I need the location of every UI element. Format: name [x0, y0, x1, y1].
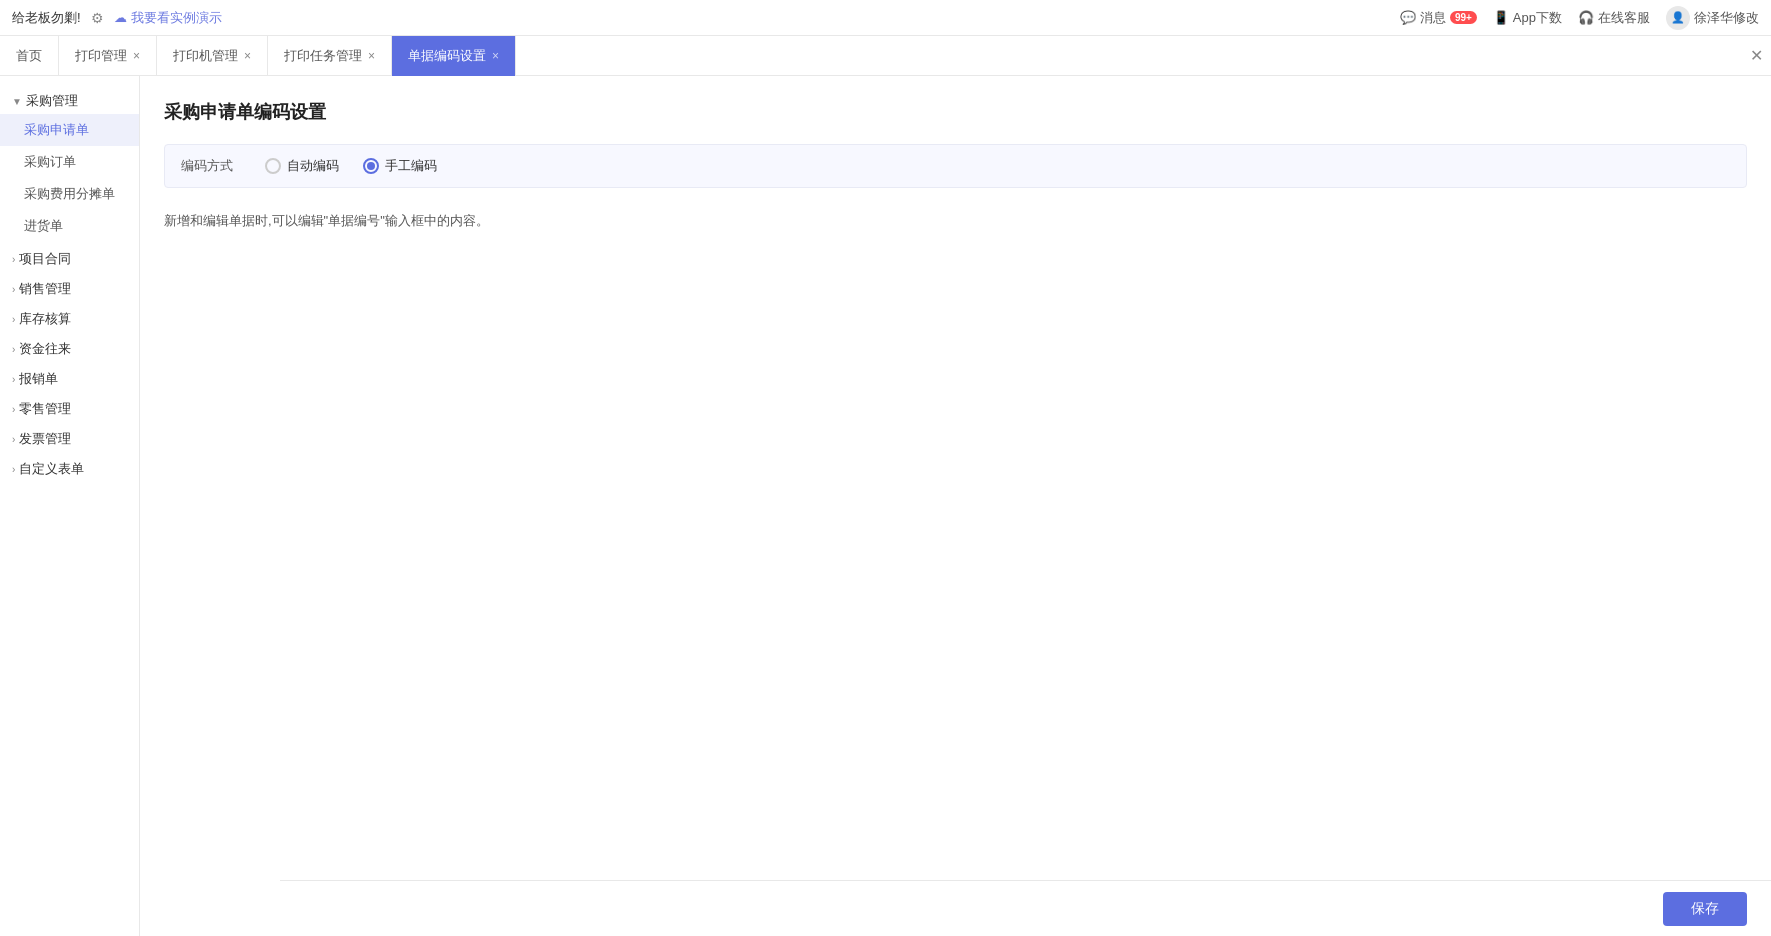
hint-text: 新增和编辑单据时,可以编辑"单据编号"输入框中的内容。	[164, 212, 1747, 230]
coding-section: 编码方式 自动编码 手工编码	[164, 144, 1747, 188]
sidebar-item-purchase-request[interactable]: 采购申请单	[0, 114, 139, 146]
collapse-icon: ▼	[12, 96, 22, 107]
expand-icon-3: ›	[12, 314, 15, 325]
content-area: 采购申请单编码设置 编码方式 自动编码 手工编码	[140, 76, 1771, 936]
main-layout: ▼ 采购管理 采购申请单 采购订单 采购费用分摊单 进货单 › 项目合同 › 销…	[0, 76, 1771, 936]
user-profile[interactable]: 👤 徐泽华修改	[1666, 6, 1759, 30]
tab-bar: 首页 打印管理 × 打印机管理 × 打印任务管理 × 单据编码设置 × ✕	[0, 36, 1771, 76]
message-action[interactable]: 💬 消息 99+	[1400, 9, 1477, 27]
demo-link[interactable]: ☁ 我要看实例演示	[114, 9, 222, 27]
content-inner: 采购申请单编码设置 编码方式 自动编码 手工编码	[140, 76, 1771, 936]
expand-icon-7: ›	[12, 434, 15, 445]
expand-icon-2: ›	[12, 284, 15, 295]
sidebar-group-sales-return[interactable]: › 报销单	[0, 362, 139, 392]
sidebar-group-retail-management[interactable]: › 零售管理	[0, 392, 139, 422]
app-title: 给老板勿剿!	[12, 9, 81, 27]
save-button[interactable]: 保存	[1663, 892, 1747, 926]
sidebar-item-purchase-expense[interactable]: 采购费用分摊单	[0, 178, 139, 210]
cloud-icon: ☁	[114, 10, 127, 25]
sidebar: ▼ 采购管理 采购申请单 采购订单 采购费用分摊单 进货单 › 项目合同 › 销…	[0, 76, 140, 936]
message-icon: 💬	[1400, 10, 1416, 25]
avatar: 👤	[1666, 6, 1690, 30]
sidebar-item-purchase-order[interactable]: 采购订单	[0, 146, 139, 178]
expand-icon-1: ›	[12, 254, 15, 265]
tab-print-task-management[interactable]: 打印任务管理 ×	[268, 36, 392, 76]
sidebar-group-project-contract[interactable]: › 项目合同	[0, 242, 139, 272]
sidebar-group-capital-flow[interactable]: › 资金往来	[0, 332, 139, 362]
online-service-action[interactable]: 🎧 在线客服	[1578, 9, 1650, 27]
sidebar-group-sales-management[interactable]: › 销售管理	[0, 272, 139, 302]
radio-auto-circle	[265, 158, 281, 174]
tab-printer-management[interactable]: 打印机管理 ×	[157, 36, 268, 76]
radio-auto-code[interactable]: 自动编码	[265, 157, 339, 175]
tab-print-management[interactable]: 打印管理 ×	[59, 36, 157, 76]
tab-bar-close-button[interactable]: ✕	[1750, 46, 1763, 65]
radio-manual-code[interactable]: 手工编码	[363, 157, 437, 175]
message-badge: 99+	[1450, 11, 1477, 24]
tab-close-single-code-setting[interactable]: ×	[492, 49, 499, 63]
coding-row: 编码方式 自动编码 手工编码	[164, 144, 1747, 188]
sidebar-group-custom-forms[interactable]: › 自定义表单	[0, 452, 139, 482]
radio-group: 自动编码 手工编码	[265, 157, 437, 175]
tab-home[interactable]: 首页	[0, 36, 59, 76]
page-title: 采购申请单编码设置	[164, 100, 1747, 124]
top-bar-left: 给老板勿剿! ⚙ ☁ 我要看实例演示	[12, 9, 222, 27]
sidebar-group-invoice-management[interactable]: › 发票管理	[0, 422, 139, 452]
tab-close-print-management[interactable]: ×	[133, 49, 140, 63]
app-download-action[interactable]: 📱 App下数	[1493, 9, 1562, 27]
expand-icon-4: ›	[12, 344, 15, 355]
tab-single-code-setting[interactable]: 单据编码设置 ×	[392, 36, 516, 76]
main-wrapper: 采购申请单编码设置 编码方式 自动编码 手工编码	[140, 76, 1771, 936]
tab-close-print-task-management[interactable]: ×	[368, 49, 375, 63]
top-bar: 给老板勿剿! ⚙ ☁ 我要看实例演示 💬 消息 99+ 📱 App下数 🎧 在线…	[0, 0, 1771, 36]
settings-icon[interactable]: ⚙	[91, 10, 104, 26]
expand-icon-6: ›	[12, 404, 15, 415]
sidebar-item-goods-receipt[interactable]: 进货单	[0, 210, 139, 242]
radio-manual-circle	[363, 158, 379, 174]
headset-icon: 🎧	[1578, 10, 1594, 25]
sidebar-group-purchase-management[interactable]: ▼ 采购管理	[0, 84, 139, 114]
tab-close-printer-management[interactable]: ×	[244, 49, 251, 63]
sidebar-group-inventory-settlement[interactable]: › 库存核算	[0, 302, 139, 332]
expand-icon-8: ›	[12, 464, 15, 475]
footer-bar: 保存	[280, 880, 1771, 936]
expand-icon-5: ›	[12, 374, 15, 385]
top-bar-right: 💬 消息 99+ 📱 App下数 🎧 在线客服 👤 徐泽华修改	[1400, 6, 1759, 30]
coding-method-label: 编码方式	[181, 157, 241, 175]
mobile-icon: 📱	[1493, 10, 1509, 25]
